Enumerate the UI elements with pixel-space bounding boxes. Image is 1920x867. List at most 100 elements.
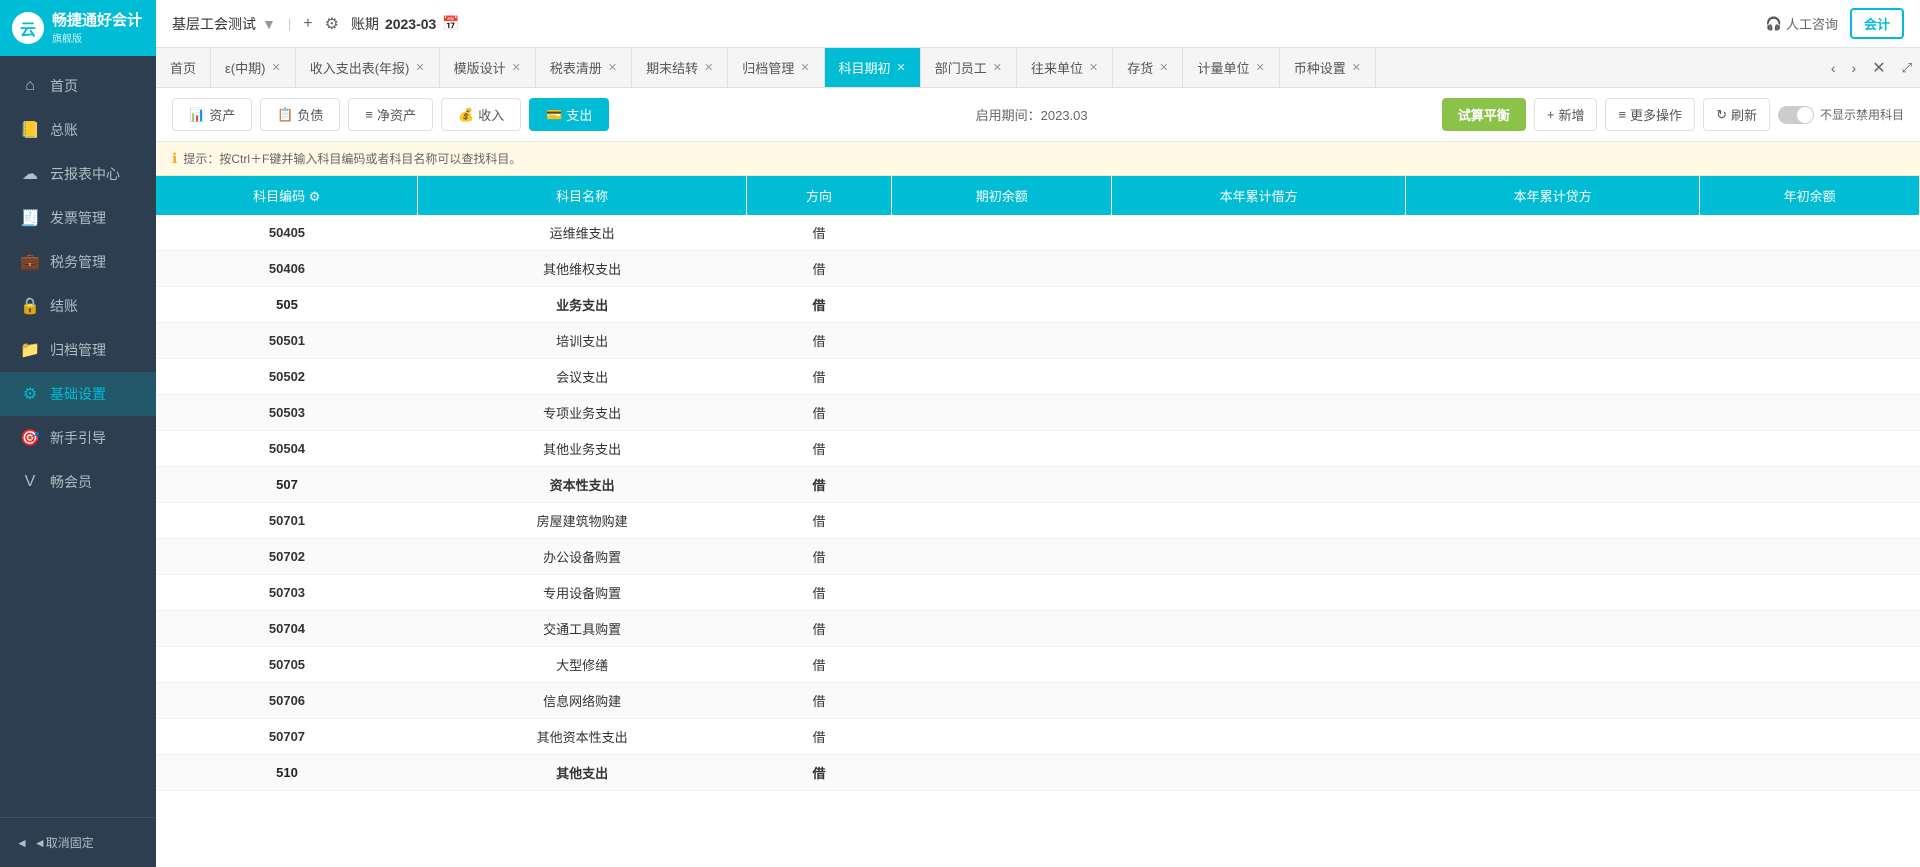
sidebar-item-tax[interactable]: 💼税务管理: [0, 240, 156, 284]
tab-period-end[interactable]: 期末结转✕: [632, 48, 728, 88]
notice-text: 提示：按Ctrl＋F键并输入科目编码或者科目名称可以查找科目。: [183, 150, 521, 167]
table-row[interactable]: 50503 专项业务支出 借: [156, 395, 1920, 431]
tab-home[interactable]: 首页: [156, 48, 211, 88]
tab-close-archive[interactable]: ✕: [800, 61, 809, 74]
cell-balance-5: [892, 395, 1112, 431]
tab-dept[interactable]: 部门员工✕: [921, 48, 1017, 88]
add-company-btn[interactable]: +: [303, 15, 312, 33]
tab-subject-init[interactable]: 科目期初✕: [825, 48, 921, 88]
tab-close-interim[interactable]: ✕: [271, 61, 280, 74]
tab-tax[interactable]: 税表清册✕: [536, 48, 632, 88]
table-container[interactable]: 科目编码 ⚙科目名称方向期初余额本年累计借方本年累计贷方年初余额 50405 运…: [156, 176, 1920, 867]
sidebar-item-archive[interactable]: 📁归档管理: [0, 328, 156, 372]
table-row[interactable]: 507 资本性支出 借: [156, 467, 1920, 503]
table-row[interactable]: 50701 房屋建筑物购建 借: [156, 503, 1920, 539]
more-actions-btn[interactable]: ≡ 更多操作: [1605, 98, 1695, 131]
company-name: 基层工会测试: [172, 14, 256, 34]
cat-icon-expense: 💳: [546, 107, 562, 123]
tab-unit[interactable]: 计量单位✕: [1183, 48, 1279, 88]
cell-code-15: 510: [156, 755, 418, 791]
cell-code-3: 50501: [156, 323, 418, 359]
sidebar-item-guide[interactable]: 🎯新手引导: [0, 416, 156, 460]
help-btn[interactable]: 🎧 人工咨询: [1766, 14, 1838, 33]
nav-label-ledger: 总账: [50, 120, 78, 140]
cell-year-begin-13: [1700, 683, 1920, 719]
tab-close-subject-init[interactable]: ✕: [897, 61, 906, 74]
tab-expand-btn[interactable]: ⤢: [1894, 48, 1920, 88]
table-row[interactable]: 50504 其他业务支出 借: [156, 431, 1920, 467]
cell-ytd-debit-6: [1112, 431, 1406, 467]
cell-ytd-debit-11: [1112, 611, 1406, 647]
cat-btn-expense[interactable]: 💳支出: [529, 98, 609, 131]
notice-bar: ℹ 提示：按Ctrl＋F键并输入科目编码或者科目名称可以查找科目。: [156, 142, 1920, 176]
settings-icon[interactable]: ⚙: [325, 14, 339, 34]
cat-btn-income2[interactable]: 💰收入: [441, 98, 521, 131]
table-row[interactable]: 50501 培训支出 借: [156, 323, 1920, 359]
tab-close-unit[interactable]: ✕: [1255, 61, 1264, 74]
tab-close-dept[interactable]: ✕: [993, 61, 1002, 74]
nav-icon-reports: ☁: [20, 164, 40, 184]
refresh-btn[interactable]: ↻ 刷新: [1703, 98, 1770, 131]
cat-label-net-asset: 净资产: [377, 105, 416, 124]
company-selector[interactable]: 基层工会测试 ▼: [172, 14, 276, 34]
toggle-input[interactable]: [1778, 106, 1814, 124]
tab-close-partner[interactable]: ✕: [1089, 61, 1098, 74]
table-row[interactable]: 50405 运维维支出 借: [156, 215, 1920, 251]
table-row[interactable]: 50707 其他资本性支出 借: [156, 719, 1920, 755]
table-row[interactable]: 50704 交通工具购置 借: [156, 611, 1920, 647]
sidebar-item-invoice[interactable]: 🧾发票管理: [0, 196, 156, 240]
sidebar-item-member[interactable]: V畅会员: [0, 460, 156, 504]
nav-icon-tax: 💼: [20, 252, 40, 272]
table-row[interactable]: 50703 专用设备购置 借: [156, 575, 1920, 611]
tab-close-income[interactable]: ✕: [415, 61, 424, 74]
cell-year-begin-1: [1700, 251, 1920, 287]
tab-stock[interactable]: 存货✕: [1113, 48, 1183, 88]
sidebar-collapse-btn[interactable]: ◄ ◄取消固定: [0, 817, 156, 867]
topbar-sep: |: [288, 16, 291, 31]
sidebar-item-reports[interactable]: ☁云报表中心: [0, 152, 156, 196]
cell-code-11: 50704: [156, 611, 418, 647]
tab-currency[interactable]: 币种设置✕: [1280, 48, 1376, 88]
tab-prev-btn[interactable]: ‹: [1823, 48, 1844, 88]
tabbar: 首页ε(中期)✕收入支出表(年报)✕模版设计✕税表清册✕期末结转✕归档管理✕科目…: [156, 48, 1920, 88]
cell-ytd-credit-7: [1406, 467, 1700, 503]
table-row[interactable]: 50706 信息网络购建 借: [156, 683, 1920, 719]
account-btn[interactable]: 会计: [1850, 8, 1904, 39]
toggle-disabled-subjects[interactable]: 不显示禁用科目: [1778, 106, 1904, 124]
cell-direction-6: 借: [746, 431, 892, 467]
tab-close-period-end[interactable]: ✕: [704, 61, 713, 74]
tab-close-all-btn[interactable]: ✕: [1864, 48, 1893, 88]
cell-ytd-credit-15: [1406, 755, 1700, 791]
sidebar-item-ledger[interactable]: 📒总账: [0, 108, 156, 152]
calc-balance-btn[interactable]: 试算平衡: [1442, 98, 1526, 131]
cell-balance-4: [892, 359, 1112, 395]
tab-close-tax[interactable]: ✕: [608, 61, 617, 74]
table-row[interactable]: 50702 办公设备购置 借: [156, 539, 1920, 575]
table-row[interactable]: 50502 会议支出 借: [156, 359, 1920, 395]
cat-btn-liability[interactable]: 📋负债: [260, 98, 340, 131]
table-row[interactable]: 50406 其他维权支出 借: [156, 251, 1920, 287]
sidebar-item-settings[interactable]: ⚙基础设置: [0, 372, 156, 416]
tab-partner[interactable]: 往来单位✕: [1017, 48, 1113, 88]
tab-close-template[interactable]: ✕: [512, 61, 521, 74]
active-period-label: 启用期间：2023.03: [976, 105, 1088, 124]
calendar-icon[interactable]: 📅: [442, 15, 459, 32]
tab-close-currency[interactable]: ✕: [1352, 61, 1361, 74]
table-row[interactable]: 505 业务支出 借: [156, 287, 1920, 323]
tab-income[interactable]: 收入支出表(年报)✕: [296, 48, 440, 88]
tab-archive[interactable]: 归档管理✕: [728, 48, 824, 88]
sidebar-item-home[interactable]: ⌂首页: [0, 64, 156, 108]
table-row[interactable]: 510 其他支出 借: [156, 755, 1920, 791]
table-row[interactable]: 50705 大型修缮 借: [156, 647, 1920, 683]
company-dropdown-icon: ▼: [262, 16, 276, 32]
tab-next-btn[interactable]: ›: [1844, 48, 1865, 88]
cat-btn-net-asset[interactable]: ≡净资产: [348, 98, 433, 131]
cat-btn-asset[interactable]: 📊资产: [172, 98, 252, 131]
sidebar-item-close[interactable]: 🔒结账: [0, 284, 156, 328]
col-settings-icon[interactable]: ⚙: [309, 189, 321, 204]
tab-template[interactable]: 模版设计✕: [440, 48, 536, 88]
tab-interim[interactable]: ε(中期)✕: [211, 48, 296, 88]
tab-close-stock[interactable]: ✕: [1159, 61, 1168, 74]
table-body: 50405 运维维支出 借 50406 其他维权支出 借 505 业务支出 借 …: [156, 215, 1920, 791]
add-btn[interactable]: + 新增: [1534, 98, 1598, 131]
